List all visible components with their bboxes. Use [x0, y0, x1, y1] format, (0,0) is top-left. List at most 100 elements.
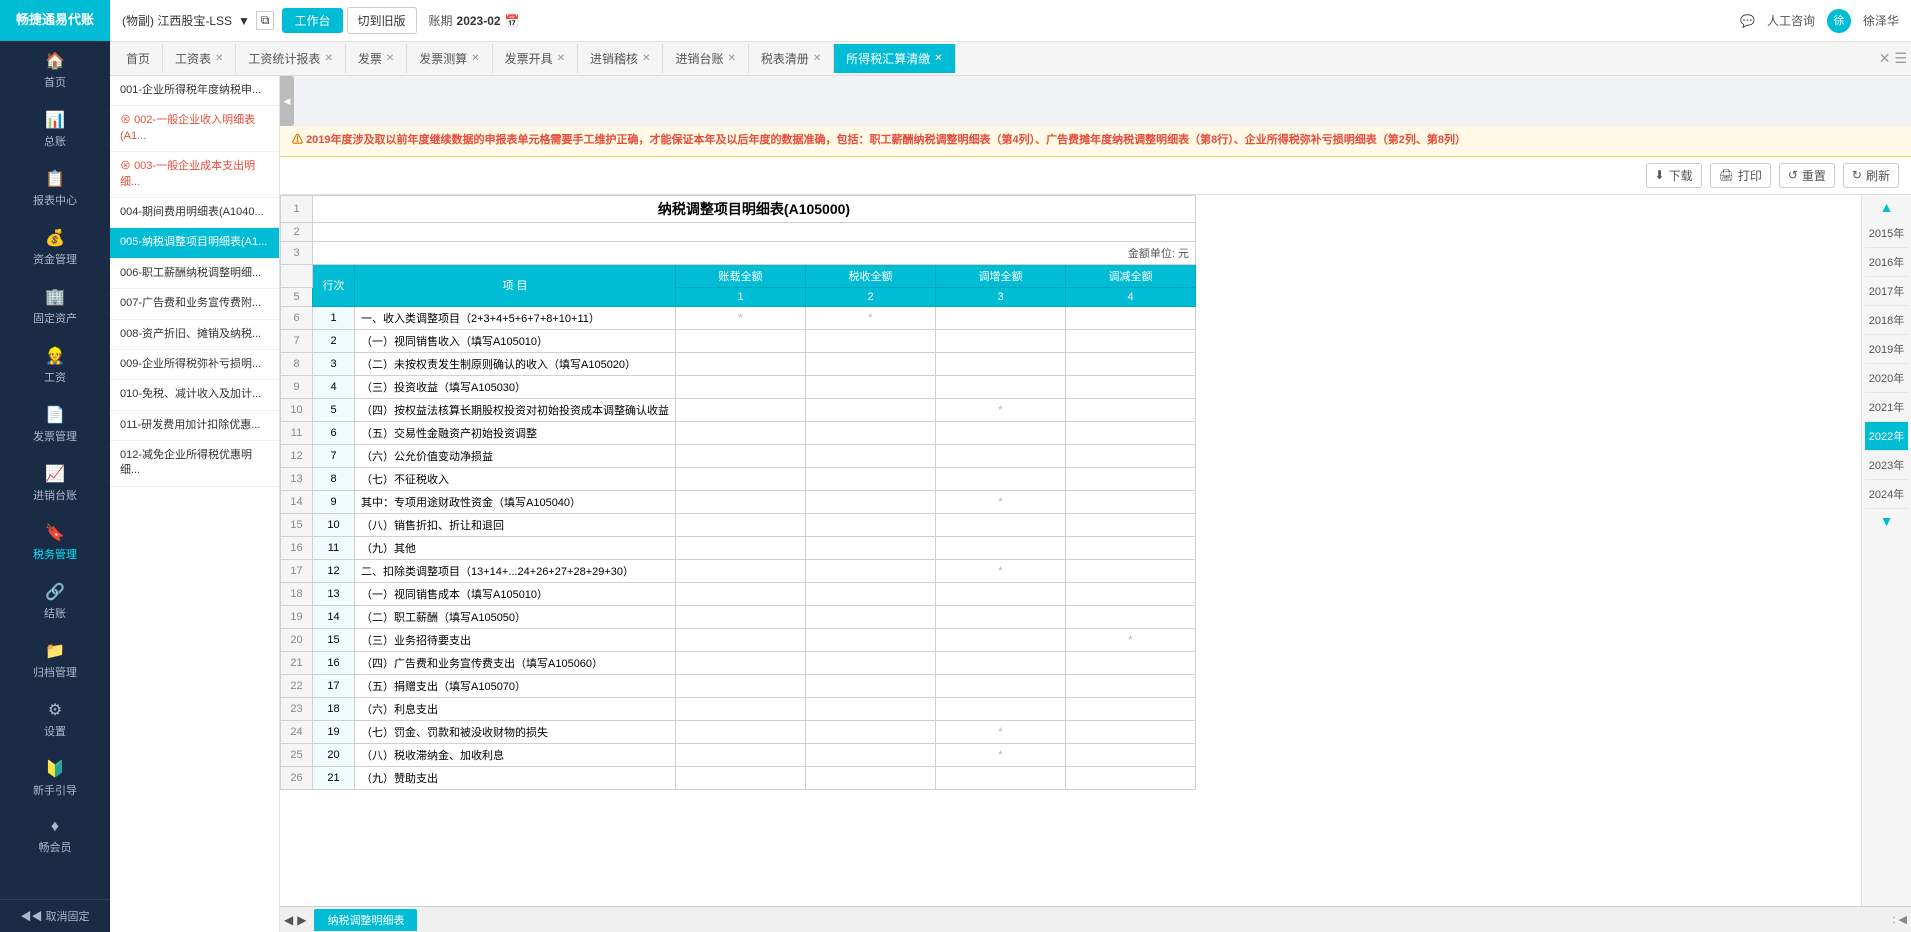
- row-c3-7[interactable]: [936, 467, 1066, 490]
- row-c3-17[interactable]: [936, 697, 1066, 720]
- year-item-2019年[interactable]: 2019年: [1865, 335, 1908, 364]
- row-c3-19[interactable]: *: [936, 743, 1066, 766]
- tab-invoice[interactable]: 发票✕: [346, 44, 407, 73]
- sidebar-item-general-ledger[interactable]: 📊 总账: [0, 100, 110, 159]
- left-panel-item-8[interactable]: 009-企业所得税弥补亏损明...: [110, 350, 279, 380]
- row-c1-6[interactable]: [676, 444, 806, 467]
- row-c2-15[interactable]: [806, 651, 936, 674]
- tab-income-tax[interactable]: 所得税汇算清缴✕: [834, 44, 955, 73]
- reset-button[interactable]: ↺ 重置: [1779, 163, 1835, 188]
- unpin-button[interactable]: ◀◀ 取消固定: [0, 899, 110, 932]
- row-c4-1[interactable]: [1066, 329, 1196, 352]
- row-c4-8[interactable]: [1066, 490, 1196, 513]
- sheet-nav-left-icon[interactable]: ◀: [284, 913, 293, 927]
- row-c2-12[interactable]: [806, 582, 936, 605]
- workbench-button[interactable]: 工作台: [282, 8, 342, 33]
- row-c4-20[interactable]: [1066, 766, 1196, 789]
- row-c4-14[interactable]: *: [1066, 628, 1196, 651]
- row-c1-20[interactable]: [676, 766, 806, 789]
- refresh-button[interactable]: ↻ 刷新: [1843, 163, 1899, 188]
- left-panel-item-6[interactable]: 007-广告费和业务宣传费附...: [110, 289, 279, 319]
- tab-menu-icon[interactable]: ☰: [1894, 50, 1907, 67]
- row-c4-7[interactable]: [1066, 467, 1196, 490]
- row-c2-9[interactable]: [806, 513, 936, 536]
- sidebar-item-assets[interactable]: 🏢 固定资产: [0, 277, 110, 336]
- row-c4-11[interactable]: [1066, 559, 1196, 582]
- row-c1-3[interactable]: [676, 375, 806, 398]
- left-panel-item-2[interactable]: ⊗ 003-一般企业成本支出明细...: [110, 152, 279, 198]
- left-panel-item-9[interactable]: 010-免税、减计收入及加计...: [110, 380, 279, 410]
- row-c1-17[interactable]: [676, 697, 806, 720]
- row-c2-6[interactable]: [806, 444, 936, 467]
- left-panel-item-7[interactable]: 008-资产折旧、摊销及纳税...: [110, 320, 279, 350]
- sidebar-item-funds[interactable]: 💰 资金管理: [0, 218, 110, 277]
- tab-close-icon[interactable]: ✕: [557, 53, 565, 64]
- tab-sales-ledger[interactable]: 进销台账✕: [663, 44, 748, 73]
- row-c2-3[interactable]: [806, 375, 936, 398]
- row-c1-9[interactable]: [676, 513, 806, 536]
- tab-close-icon[interactable]: ✕: [813, 53, 821, 64]
- sidebar-item-member[interactable]: ♦ 畅会员: [0, 808, 110, 865]
- year-down-button[interactable]: ▼: [1876, 509, 1898, 533]
- tab-invoice-calc[interactable]: 发票测算✕: [407, 44, 492, 73]
- row-c4-12[interactable]: [1066, 582, 1196, 605]
- row-c3-11[interactable]: *: [936, 559, 1066, 582]
- year-item-2022年[interactable]: 2022年: [1865, 422, 1908, 451]
- row-c2-13[interactable]: [806, 605, 936, 628]
- row-c4-16[interactable]: [1066, 674, 1196, 697]
- row-c2-5[interactable]: [806, 421, 936, 444]
- row-c4-15[interactable]: [1066, 651, 1196, 674]
- row-c3-9[interactable]: [936, 513, 1066, 536]
- spreadsheet-container[interactable]: 1 纳税调整项目明细表(A105000) 2 3 金额单位: 元: [280, 195, 1861, 906]
- sidebar-item-settings[interactable]: ⚙ 设置: [0, 690, 110, 749]
- row-c1-18[interactable]: [676, 720, 806, 743]
- row-c3-8[interactable]: *: [936, 490, 1066, 513]
- row-c1-2[interactable]: [676, 352, 806, 375]
- year-item-2018年[interactable]: 2018年: [1865, 306, 1908, 335]
- row-c4-4[interactable]: [1066, 398, 1196, 421]
- row-c2-11[interactable]: [806, 559, 936, 582]
- row-c3-10[interactable]: [936, 536, 1066, 559]
- left-panel-item-0[interactable]: 001-企业所得税年度纳税申...: [110, 76, 279, 106]
- row-c1-10[interactable]: [676, 536, 806, 559]
- left-panel-item-4[interactable]: 005-纳税调整项目明细表(A1...: [110, 228, 279, 258]
- download-button[interactable]: ⬇ 下载: [1646, 163, 1702, 188]
- sidebar-item-sales-ledger[interactable]: 📈 进销台账: [0, 454, 110, 513]
- row-c2-2[interactable]: [806, 352, 936, 375]
- row-c4-13[interactable]: [1066, 605, 1196, 628]
- tab-close-icon[interactable]: ✕: [471, 53, 479, 64]
- tab-close-icon[interactable]: ✕: [215, 53, 223, 64]
- row-c4-9[interactable]: [1066, 513, 1196, 536]
- row-c1-8[interactable]: [676, 490, 806, 513]
- year-item-2023年[interactable]: 2023年: [1865, 451, 1908, 480]
- row-c1-0[interactable]: *: [676, 306, 806, 329]
- sidebar-item-close[interactable]: 🔗 结账: [0, 572, 110, 631]
- row-c2-7[interactable]: [806, 467, 936, 490]
- sidebar-item-tax[interactable]: 🔖 税务管理: [0, 513, 110, 572]
- row-c2-4[interactable]: [806, 398, 936, 421]
- sidebar-item-reports[interactable]: 📋 报表中心: [0, 159, 110, 218]
- row-c4-3[interactable]: [1066, 375, 1196, 398]
- row-c1-12[interactable]: [676, 582, 806, 605]
- row-c4-19[interactable]: [1066, 743, 1196, 766]
- switch-old-button[interactable]: 切到旧版: [347, 7, 417, 34]
- row-c4-10[interactable]: [1066, 536, 1196, 559]
- row-c2-18[interactable]: [806, 720, 936, 743]
- row-c4-17[interactable]: [1066, 697, 1196, 720]
- row-c1-7[interactable]: [676, 467, 806, 490]
- row-c1-4[interactable]: [676, 398, 806, 421]
- tab-invoice-open[interactable]: 发票开具✕: [493, 44, 578, 73]
- tab-close-icon[interactable]: ✕: [324, 53, 332, 64]
- row-c1-5[interactable]: [676, 421, 806, 444]
- row-c4-5[interactable]: [1066, 421, 1196, 444]
- calendar-icon[interactable]: 📅: [505, 14, 520, 28]
- tab-close-all-icon[interactable]: ✕: [1879, 50, 1891, 67]
- row-c1-13[interactable]: [676, 605, 806, 628]
- year-item-2015年[interactable]: 2015年: [1865, 219, 1908, 248]
- year-item-2017年[interactable]: 2017年: [1865, 277, 1908, 306]
- row-c1-14[interactable]: [676, 628, 806, 651]
- consult-label[interactable]: 人工咨询: [1767, 12, 1815, 29]
- row-c3-18[interactable]: *: [936, 720, 1066, 743]
- row-c3-13[interactable]: [936, 605, 1066, 628]
- row-c2-10[interactable]: [806, 536, 936, 559]
